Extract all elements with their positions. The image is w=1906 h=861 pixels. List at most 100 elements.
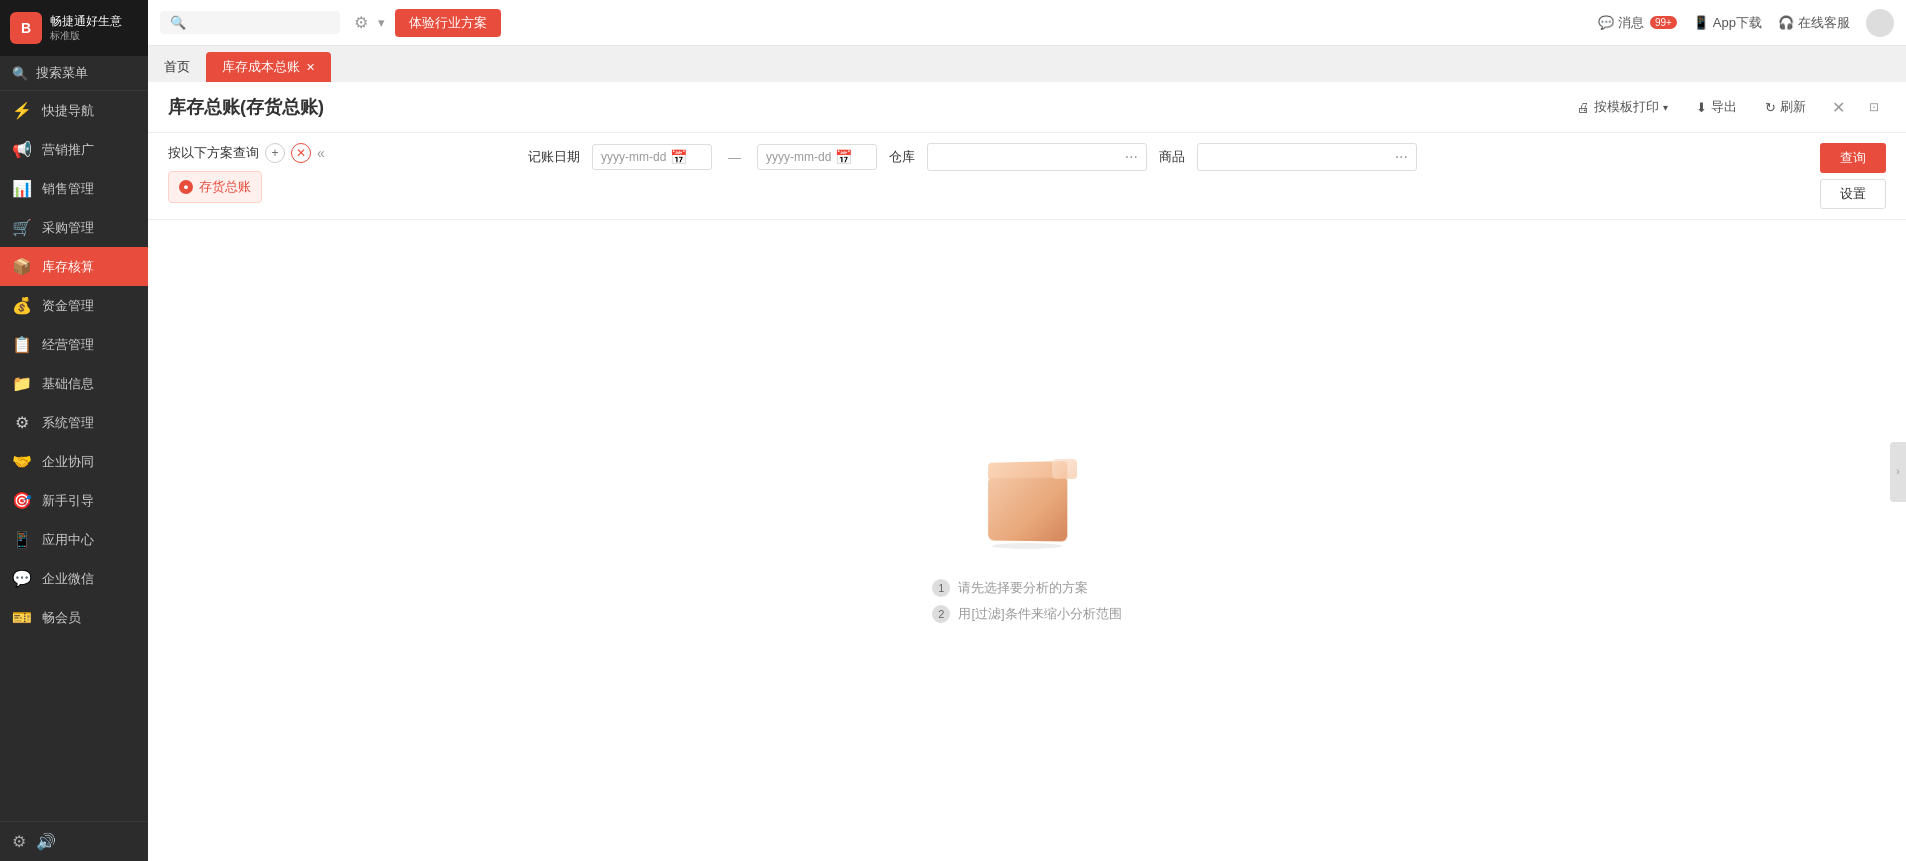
empty-illustration [967, 459, 1087, 559]
sidebar-item-system[interactable]: ⚙ 系统管理 [0, 403, 148, 442]
empty-state: 1 请先选择要分析的方案 2 用[过滤]条件来缩小分析范围 [148, 220, 1906, 861]
finance-icon: 💰 [12, 296, 32, 315]
app-center-icon: 📱 [12, 530, 32, 549]
app-download-btn[interactable]: 📱 App下载 [1693, 14, 1762, 32]
beginner-icon: 🎯 [12, 491, 32, 510]
industry-btn[interactable]: 体验行业方案 [395, 9, 501, 37]
topbar-right: 💬 消息 99+ 📱 App下载 🎧 在线客服 [1598, 9, 1894, 37]
sidebar-item-finance-label: 资金管理 [42, 297, 94, 315]
quick-nav-icon: ⚡ [12, 101, 32, 120]
message-label: 消息 [1618, 14, 1644, 32]
sidebar-item-enterprise[interactable]: 🤝 企业协同 [0, 442, 148, 481]
tabs-bar: 首页 库存成本总账 ✕ [148, 46, 1906, 82]
chevron-right-icon: › [1896, 466, 1899, 477]
sidebar-item-operations-label: 经营管理 [42, 336, 94, 354]
sidebar-item-operations[interactable]: 📋 经营管理 [0, 325, 148, 364]
sidebar-item-wechat[interactable]: 💬 企业微信 [0, 559, 148, 598]
date-end-input[interactable]: yyyy-mm-dd 📅 [757, 144, 877, 170]
filter-left: 按以下方案查询 + ✕ « ● 存货总账 [168, 143, 508, 203]
basic-info-icon: 📁 [12, 374, 32, 393]
print-template-btn[interactable]: 🖨 按模板打印 ▾ [1569, 94, 1676, 120]
tip-2-number: 2 [932, 605, 950, 623]
sidebar-item-app-center[interactable]: 📱 应用中心 [0, 520, 148, 559]
filter-label: 按以下方案查询 + ✕ « [168, 143, 508, 163]
sidebar-item-member[interactable]: 🎫 畅会员 [0, 598, 148, 637]
tab-home[interactable]: 首页 [148, 52, 206, 82]
export-btn[interactable]: ⬇ 导出 [1688, 94, 1745, 120]
message-btn[interactable]: 💬 消息 99+ [1598, 14, 1677, 32]
setting-btn[interactable]: 设置 [1820, 179, 1886, 209]
sidebar-item-marketing[interactable]: 📢 营销推广 [0, 130, 148, 169]
scheme-item[interactable]: ● 存货总账 [168, 171, 262, 203]
sidebar-search[interactable]: 🔍 搜索菜单 [0, 56, 148, 91]
sidebar-sound-btn[interactable]: 🔊 [36, 832, 56, 851]
sidebar-item-marketing-label: 营销推广 [42, 141, 94, 159]
filter-label-text: 按以下方案查询 [168, 144, 259, 162]
wechat-icon: 💬 [12, 569, 32, 588]
box-decoration [1052, 459, 1077, 479]
search-icon: 🔍 [12, 66, 28, 81]
tip-2-text: 用[过滤]条件来缩小分析范围 [958, 605, 1121, 623]
sidebar-settings-btn[interactable]: ⚙ [12, 832, 26, 851]
tab-close-icon[interactable]: ✕ [306, 61, 315, 74]
sidebar-item-quick-nav[interactable]: ⚡ 快捷导航 [0, 91, 148, 130]
sidebar-item-beginner-label: 新手引导 [42, 492, 94, 510]
sidebar-item-inventory-label: 库存核算 [42, 258, 94, 276]
date-start-placeholder: yyyy-mm-dd [601, 150, 666, 164]
calendar-end-icon[interactable]: 📅 [835, 149, 852, 165]
online-service-icon: 🎧 [1778, 15, 1794, 30]
topbar-search-icon: 🔍 [170, 15, 186, 30]
page-title: 库存总账(存货总账) [168, 95, 324, 119]
right-panel-toggle[interactable]: › [1890, 442, 1906, 502]
sales-icon: 📊 [12, 179, 32, 198]
topbar-chevron-down-icon[interactable]: ▾ [378, 15, 385, 30]
scheme-name: 存货总账 [199, 178, 251, 196]
tab-inventory-ledger[interactable]: 库存成本总账 ✕ [206, 52, 331, 82]
filter-add-btn[interactable]: + [265, 143, 285, 163]
sidebar-item-basic-info[interactable]: 📁 基础信息 [0, 364, 148, 403]
app-logo: B 畅捷通好生意 标准版 [0, 0, 148, 56]
box-shadow [992, 543, 1062, 549]
purchase-icon: 🛒 [12, 218, 32, 237]
warehouse-more-icon[interactable]: ··· [1125, 148, 1138, 166]
message-badge: 99+ [1650, 16, 1677, 29]
sidebar-item-finance[interactable]: 💰 资金管理 [0, 286, 148, 325]
calendar-start-icon[interactable]: 📅 [670, 149, 687, 165]
user-avatar[interactable] [1866, 9, 1894, 37]
sidebar-item-quick-nav-label: 快捷导航 [42, 102, 94, 120]
sidebar-item-inventory[interactable]: 📦 库存核算 [0, 247, 148, 286]
product-more-icon[interactable]: ··· [1395, 148, 1408, 166]
refresh-btn[interactable]: ↻ 刷新 [1757, 94, 1814, 120]
app-download-icon: 📱 [1693, 15, 1709, 30]
export-label: 导出 [1711, 98, 1737, 116]
sidebar-item-beginner[interactable]: 🎯 新手引导 [0, 481, 148, 520]
product-select[interactable]: ··· [1197, 143, 1417, 171]
warehouse-select[interactable]: ··· [927, 143, 1147, 171]
date-start-input[interactable]: yyyy-mm-dd 📅 [592, 144, 712, 170]
topbar-search-area[interactable]: 🔍 [160, 11, 340, 34]
sidebar-item-sales[interactable]: 📊 销售管理 [0, 169, 148, 208]
filter-actions: 查询 设置 [1820, 143, 1886, 209]
expand-panel-btn[interactable]: ⊡ [1862, 95, 1886, 119]
tab-home-label: 首页 [164, 58, 190, 76]
query-btn[interactable]: 查询 [1820, 143, 1886, 173]
app-edition: 标准版 [50, 29, 122, 43]
marketing-icon: 📢 [12, 140, 32, 159]
content-wrapper: 库存总账(存货总账) 🖨 按模板打印 ▾ ⬇ 导出 ↻ 刷新 [148, 82, 1906, 861]
online-service-label: 在线客服 [1798, 14, 1850, 32]
logo-icon: B [10, 12, 42, 44]
operations-icon: 📋 [12, 335, 32, 354]
enterprise-icon: 🤝 [12, 452, 32, 471]
empty-tip-1: 1 请先选择要分析的方案 [932, 579, 1121, 597]
filter-area: 按以下方案查询 + ✕ « ● 存货总账 记账日期 [148, 133, 1906, 220]
topbar-gear-icon[interactable]: ⚙ [354, 13, 368, 32]
sidebar-item-purchase[interactable]: 🛒 采购管理 [0, 208, 148, 247]
filter-collapse-btn[interactable]: « [317, 145, 325, 161]
online-service-btn[interactable]: 🎧 在线客服 [1778, 14, 1850, 32]
close-panel-btn[interactable]: ✕ [1826, 95, 1850, 119]
sidebar-item-purchase-label: 采购管理 [42, 219, 94, 237]
filter-delete-btn[interactable]: ✕ [291, 143, 311, 163]
date-end-placeholder: yyyy-mm-dd [766, 150, 831, 164]
topbar: 🔍 ⚙ ▾ 体验行业方案 💬 消息 99+ 📱 App下载 🎧 在线客服 [148, 0, 1906, 46]
filter-fields: 记账日期 yyyy-mm-dd 📅 — yyyy-mm-dd 📅 仓库 [528, 143, 1804, 171]
